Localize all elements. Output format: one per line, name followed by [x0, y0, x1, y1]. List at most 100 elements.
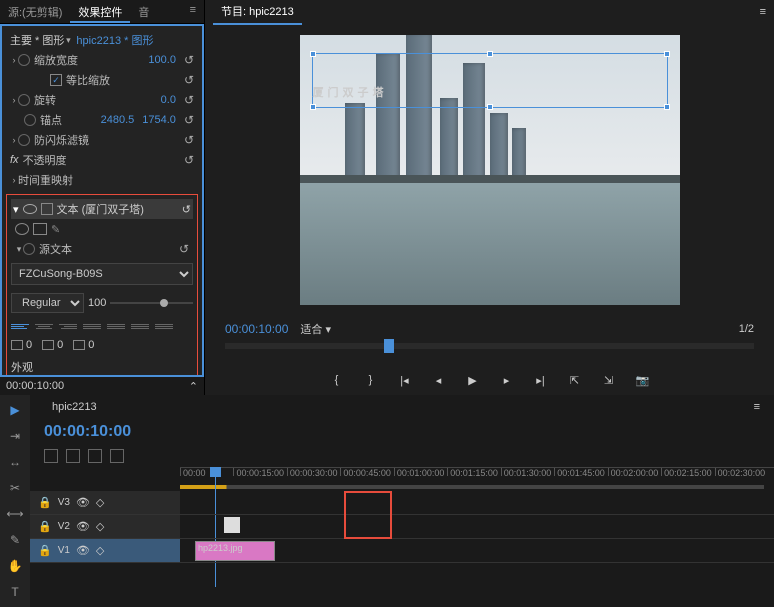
- extract-icon[interactable]: ⇲: [600, 371, 618, 389]
- panel-menu-icon[interactable]: ≡: [754, 401, 760, 413]
- reset-icon[interactable]: ↺: [184, 53, 194, 67]
- panel-menu-icon[interactable]: ≡: [760, 6, 766, 18]
- text-overlay[interactable]: 厦门双子塔: [312, 53, 668, 108]
- stopwatch-icon[interactable]: [18, 94, 30, 106]
- slip-tool-icon[interactable]: ⟷: [6, 505, 24, 523]
- ellipse-mask-icon[interactable]: [15, 223, 29, 235]
- panel-menu-icon[interactable]: ≡: [182, 0, 204, 23]
- program-timecode[interactable]: 00:00:10:00: [225, 322, 288, 336]
- weight-select[interactable]: Regular: [11, 293, 84, 313]
- mark-in-icon[interactable]: {: [328, 371, 346, 389]
- font-size[interactable]: 100: [88, 297, 106, 309]
- stopwatch-icon[interactable]: [24, 114, 36, 126]
- sync-lock-icon[interactable]: ◇: [96, 544, 104, 557]
- work-area-bar[interactable]: [180, 485, 764, 489]
- stopwatch-icon[interactable]: [23, 243, 35, 255]
- ripple-tool-icon[interactable]: ↔: [6, 453, 24, 471]
- resolution-dropdown[interactable]: 1/2: [739, 323, 754, 335]
- chevron-icon[interactable]: ›: [10, 135, 18, 145]
- rect-mask-icon[interactable]: [33, 223, 47, 235]
- razor-tool-icon[interactable]: ✂: [6, 479, 24, 497]
- track-lane-v1[interactable]: hp2213.jpg: [180, 539, 774, 563]
- reset-icon[interactable]: ↺: [184, 73, 194, 87]
- program-monitor[interactable]: 厦门双子塔: [300, 35, 680, 305]
- lock-icon[interactable]: 🔒: [38, 520, 52, 533]
- val-rotation[interactable]: 0.0: [161, 94, 176, 106]
- align-justify-last-left-icon[interactable]: [107, 319, 125, 333]
- program-scrub-bar[interactable]: [225, 343, 754, 349]
- step-back-icon[interactable]: ◂: [430, 371, 448, 389]
- val-anchor-x[interactable]: 2480.5: [101, 114, 135, 126]
- sync-lock-icon[interactable]: ◇: [96, 520, 104, 533]
- eye-icon[interactable]: [23, 204, 37, 214]
- snap-icon[interactable]: [44, 449, 58, 463]
- selection-tool-icon[interactable]: ▶: [6, 401, 24, 419]
- kerning-a[interactable]: 0: [26, 339, 32, 351]
- align-justify-last-center-icon[interactable]: [131, 319, 149, 333]
- lift-icon[interactable]: ⇱: [566, 371, 584, 389]
- track-lane-v2[interactable]: [180, 515, 774, 539]
- settings-icon[interactable]: [110, 449, 124, 463]
- toggle-output-icon[interactable]: 👁: [76, 496, 90, 509]
- kerning-c[interactable]: 0: [88, 339, 94, 351]
- go-to-out-icon[interactable]: ▸|: [532, 371, 550, 389]
- align-justify-icon[interactable]: [83, 319, 101, 333]
- uniform-checkbox[interactable]: [50, 74, 62, 86]
- track-select-tool-icon[interactable]: ⇥: [6, 427, 24, 445]
- track-head-v2[interactable]: 🔒 V2 👁 ◇: [30, 515, 180, 539]
- mark-out-icon[interactable]: }: [362, 371, 380, 389]
- playhead-icon[interactable]: [384, 339, 394, 353]
- export-frame-icon[interactable]: 📷: [634, 371, 652, 389]
- zoom-icon[interactable]: ⌃: [189, 380, 198, 393]
- reset-icon[interactable]: ↺: [179, 242, 189, 256]
- align-left-icon[interactable]: [11, 319, 29, 333]
- reset-icon[interactable]: ↺: [184, 93, 194, 107]
- timeline-timecode[interactable]: 00:00:10:00: [44, 423, 131, 441]
- kerning-b[interactable]: 0: [57, 339, 63, 351]
- chevron-icon[interactable]: ›: [10, 95, 18, 105]
- font-select[interactable]: FZCuSong-B09S: [11, 263, 193, 285]
- panel-timecode[interactable]: 00:00:10:00: [6, 380, 64, 392]
- reset-icon[interactable]: ↺: [182, 203, 191, 216]
- tab-effects[interactable]: 效果控件: [70, 0, 130, 23]
- tab-audio[interactable]: 音: [130, 0, 157, 23]
- stopwatch-icon[interactable]: [18, 134, 30, 146]
- sync-lock-icon[interactable]: ◇: [96, 496, 104, 509]
- val-anchor-y[interactable]: 1754.0: [142, 114, 176, 126]
- chevron-icon[interactable]: ›: [10, 175, 18, 185]
- track-lane-v3[interactable]: [180, 491, 774, 515]
- marker-icon[interactable]: [88, 449, 102, 463]
- toggle-output-icon[interactable]: 👁: [76, 520, 90, 533]
- align-justify-last-right-icon[interactable]: [155, 319, 173, 333]
- linked-selection-icon[interactable]: [66, 449, 80, 463]
- toggle-output-icon[interactable]: 👁: [76, 544, 90, 557]
- tab-source[interactable]: 源:(无剪辑): [0, 0, 70, 23]
- track-head-v3[interactable]: 🔒 V3 👁 ◇: [30, 491, 180, 515]
- type-tool-icon[interactable]: T: [6, 583, 24, 601]
- step-fwd-icon[interactable]: ▸: [498, 371, 516, 389]
- size-slider[interactable]: [110, 302, 193, 304]
- go-to-in-icon[interactable]: |◂: [396, 371, 414, 389]
- play-icon[interactable]: ▶: [464, 371, 482, 389]
- chevron-icon[interactable]: ›: [10, 55, 18, 65]
- align-right-icon[interactable]: [59, 319, 77, 333]
- pen-mask-icon[interactable]: ✎: [51, 223, 65, 235]
- lock-icon[interactable]: 🔒: [38, 544, 52, 557]
- val-scale-width[interactable]: 100.0: [148, 54, 176, 66]
- sequence-tab[interactable]: hpic2213: [44, 399, 105, 415]
- pen-tool-icon[interactable]: ✎: [6, 531, 24, 549]
- stopwatch-icon[interactable]: [18, 54, 30, 66]
- chevron-down-icon[interactable]: ▾: [13, 203, 19, 216]
- lock-icon[interactable]: 🔒: [38, 496, 52, 509]
- track-head-v1[interactable]: 🔒 V1 👁 ◇: [30, 539, 180, 563]
- reset-icon[interactable]: ↺: [184, 153, 194, 167]
- prop-rotation: 旋转: [34, 92, 161, 108]
- reset-icon[interactable]: ↺: [184, 133, 194, 147]
- program-tab[interactable]: 节目: hpic2213: [213, 0, 302, 25]
- align-center-icon[interactable]: [35, 319, 53, 333]
- breadcrumb-link[interactable]: hpic2213 * 图形: [76, 32, 153, 48]
- video-clip[interactable]: hp2213.jpg: [195, 541, 275, 561]
- fit-dropdown[interactable]: 适合 ▾: [300, 321, 331, 337]
- chevron-down-icon[interactable]: ▾: [15, 244, 23, 255]
- reset-icon[interactable]: ↺: [184, 113, 194, 127]
